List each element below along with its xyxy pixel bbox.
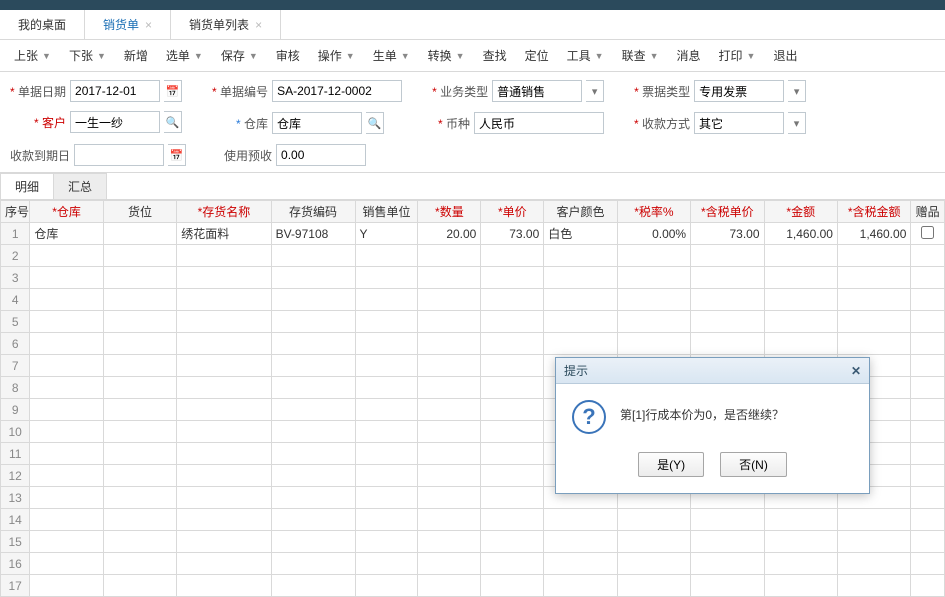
cell-amount[interactable] (764, 575, 837, 597)
cell-gift[interactable] (911, 531, 945, 553)
cell-loc[interactable] (103, 531, 176, 553)
dialog-message: 第[1]行成本价为0，是否继续？ (620, 400, 784, 423)
cell-wh[interactable] (30, 553, 103, 575)
cell-taxprice[interactable] (691, 553, 764, 575)
cell-taxamount[interactable] (837, 575, 910, 597)
cell-unit[interactable] (355, 531, 418, 553)
cell-price[interactable] (481, 553, 544, 575)
cell-taxprice[interactable] (691, 531, 764, 553)
no-button-label: 否(N) (739, 458, 768, 472)
cell-taxrate[interactable] (617, 575, 690, 597)
cell-gift[interactable] (911, 553, 945, 575)
cell-name[interactable] (177, 575, 271, 597)
cell-taxamount[interactable] (837, 531, 910, 553)
cell-price[interactable] (481, 575, 544, 597)
yes-button-label: 是(Y) (657, 458, 685, 472)
cell-seq: 15 (1, 531, 30, 553)
cell-qty[interactable] (418, 553, 481, 575)
cell-code[interactable] (271, 575, 355, 597)
table-row[interactable]: 17 (1, 575, 945, 597)
cell-code[interactable] (271, 531, 355, 553)
cell-taxprice[interactable] (691, 575, 764, 597)
cell-qty[interactable] (418, 531, 481, 553)
dialog-title: 提示 (564, 362, 588, 379)
cell-loc[interactable] (103, 553, 176, 575)
cell-seq: 17 (1, 575, 30, 597)
cell-wh[interactable] (30, 575, 103, 597)
table-row[interactable]: 16 (1, 553, 945, 575)
cell-taxrate[interactable] (617, 553, 690, 575)
cell-seq: 16 (1, 553, 30, 575)
dialog-buttons: 是(Y) 否(N) (556, 444, 869, 493)
cell-code[interactable] (271, 553, 355, 575)
cell-wh[interactable] (30, 531, 103, 553)
table-row[interactable]: 15 (1, 531, 945, 553)
question-icon: ? (572, 400, 606, 434)
cell-qty[interactable] (418, 575, 481, 597)
cell-color[interactable] (544, 531, 617, 553)
cell-amount[interactable] (764, 553, 837, 575)
close-icon[interactable]: ✕ (851, 364, 861, 378)
cell-gift[interactable] (911, 575, 945, 597)
no-button[interactable]: 否(N) (720, 452, 787, 477)
dialog-mask: 提示 ✕ ? 第[1]行成本价为0，是否继续？ 是(Y) 否(N) (0, 0, 945, 515)
cell-color[interactable] (544, 553, 617, 575)
cell-name[interactable] (177, 553, 271, 575)
cell-amount[interactable] (764, 531, 837, 553)
dialog-body: ? 第[1]行成本价为0，是否继续？ (556, 384, 869, 444)
cell-taxamount[interactable] (837, 553, 910, 575)
cell-price[interactable] (481, 531, 544, 553)
yes-button[interactable]: 是(Y) (638, 452, 704, 477)
cell-loc[interactable] (103, 575, 176, 597)
confirm-dialog: 提示 ✕ ? 第[1]行成本价为0，是否继续？ 是(Y) 否(N) (555, 357, 870, 494)
cell-name[interactable] (177, 531, 271, 553)
cell-color[interactable] (544, 575, 617, 597)
cell-taxrate[interactable] (617, 531, 690, 553)
dialog-titlebar: 提示 ✕ (556, 358, 869, 384)
cell-unit[interactable] (355, 553, 418, 575)
cell-unit[interactable] (355, 575, 418, 597)
